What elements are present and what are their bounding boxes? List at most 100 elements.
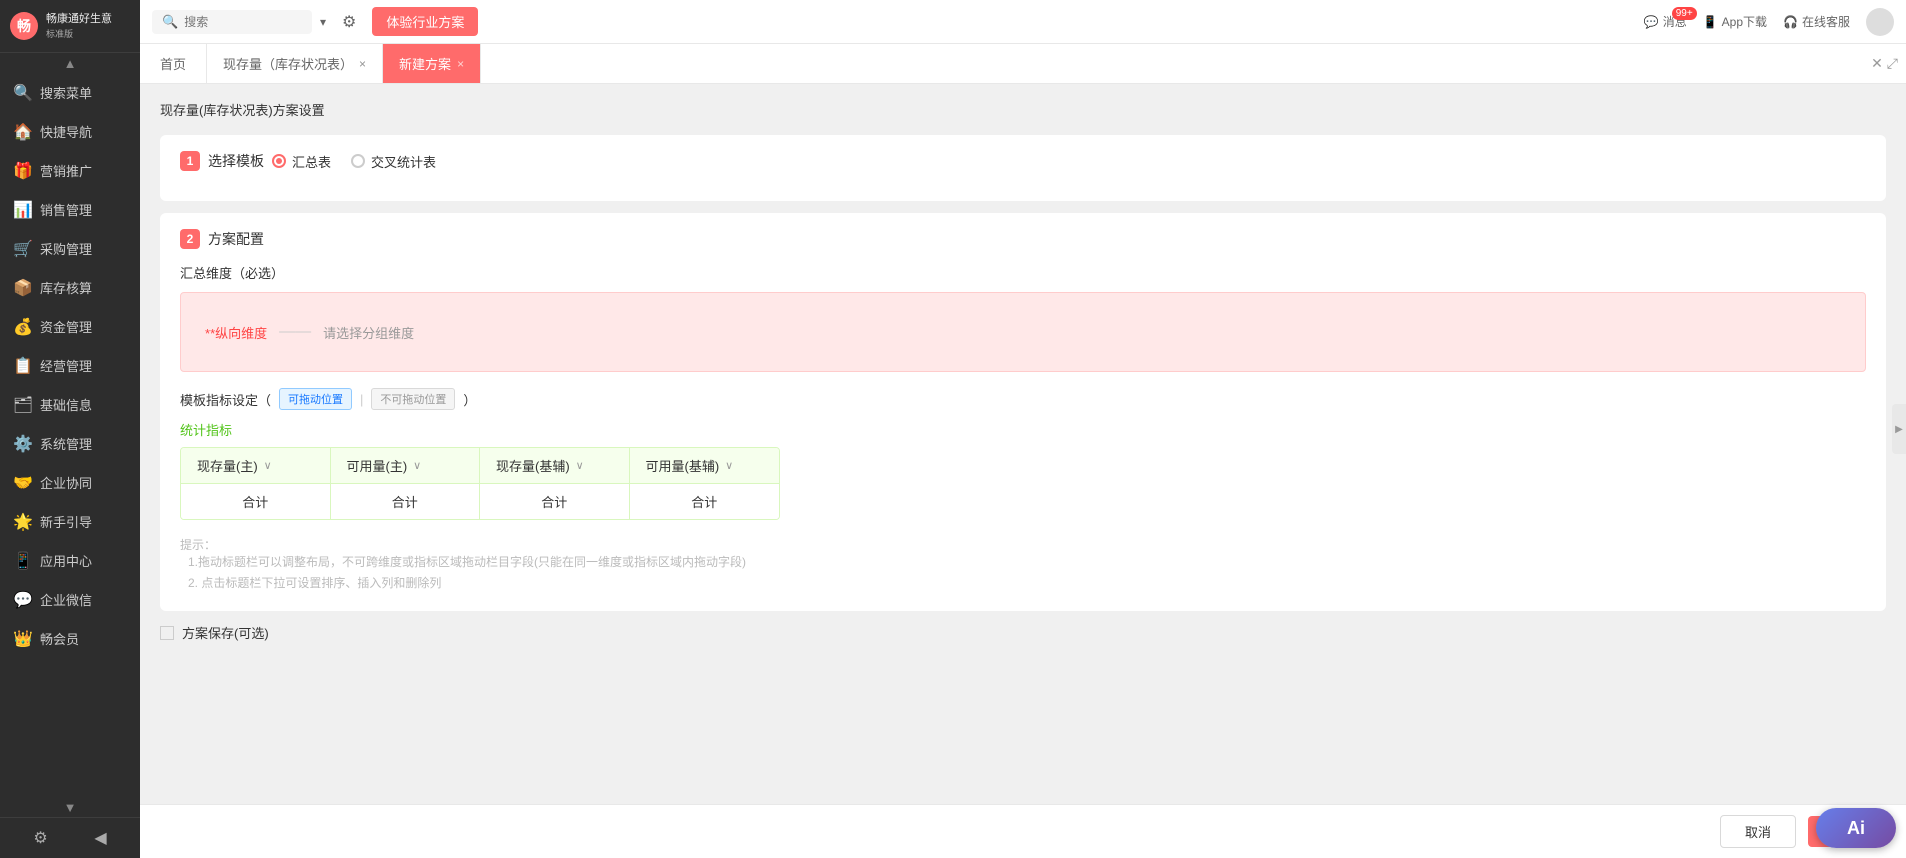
main-area: 🔍 ▾ ⚙ 体验行业方案 💬 消息 99+ 📱 App下载 🎧 在线客服 xyxy=(140,0,1906,858)
window-expand-icon[interactable]: ⤢ xyxy=(1887,55,1898,72)
sidebar-item-quick-nav[interactable]: 🏠 快捷导航 xyxy=(0,112,140,151)
sidebar-item-purchase[interactable]: 🛒 采购管理 xyxy=(0,229,140,268)
page-title: 现存量(库存状况表)方案设置 xyxy=(160,100,1886,119)
online-service-button[interactable]: 🎧 在线客服 xyxy=(1783,13,1850,30)
stats-table: 现存量(主) ∨ 可用量(主) ∨ 现存量(基辅) ∨ xyxy=(180,447,780,520)
cancel-button[interactable]: 取消 xyxy=(1720,815,1796,848)
tab-inventory-status[interactable]: 现存量（库存状况表） × xyxy=(207,44,383,83)
tab-new-plan[interactable]: 新建方案 × xyxy=(383,44,481,83)
sidebar-item-membership[interactable]: 👑 畅会员 xyxy=(0,619,140,658)
radio-summary-circle xyxy=(272,154,286,168)
vertical-dim-label: **纵向维度 xyxy=(205,323,267,342)
stats-col-0[interactable]: 现存量(主) ∨ xyxy=(181,448,331,483)
stats-col-3[interactable]: 可用量(基辅) ∨ xyxy=(630,448,780,483)
radio-cross-label: 交叉统计表 xyxy=(371,152,436,171)
app-center-icon: 📱 xyxy=(14,552,32,570)
tab-home[interactable]: 首页 xyxy=(140,44,207,83)
step1-header: 1 选择模板 汇总表 交叉统计表 xyxy=(180,151,1866,171)
sidebar-item-label: 库存核算 xyxy=(40,278,92,297)
industry-button[interactable]: 体验行业方案 xyxy=(372,7,478,36)
sidebar-item-enterprise[interactable]: 🤝 企业协同 xyxy=(0,463,140,502)
chevron-down-icon: ▾ xyxy=(320,15,326,29)
sidebar-item-wechat[interactable]: 💬 企业微信 xyxy=(0,580,140,619)
dimension-required-label: 汇总维度（必选） xyxy=(180,263,1866,282)
radio-cross[interactable]: 交叉统计表 xyxy=(351,152,436,171)
step2-title: 方案配置 xyxy=(208,229,264,249)
sidebar-item-operations[interactable]: 📋 经营管理 xyxy=(0,346,140,385)
enterprise-icon: 🤝 xyxy=(14,474,32,492)
sidebar-item-system[interactable]: ⚙️ 系统管理 xyxy=(0,424,140,463)
basic-info-icon: 🗂 xyxy=(14,396,32,414)
sidebar-item-label: 新手引导 xyxy=(40,512,92,531)
tab-inventory-close-icon[interactable]: × xyxy=(359,57,366,71)
sidebar-item-finance[interactable]: 💰 资金管理 xyxy=(0,307,140,346)
step2-number: 2 xyxy=(180,229,200,249)
save-checkbox[interactable] xyxy=(160,626,174,640)
indicator-label-text: 模板指标设定（ xyxy=(180,390,271,409)
top-bar: 🔍 ▾ ⚙ 体验行业方案 💬 消息 99+ 📱 App下载 🎧 在线客服 xyxy=(140,0,1906,44)
step2-card: 2 方案配置 汇总维度（必选） **纵向维度 —— 请选择分组维度 模板指标设定… xyxy=(160,213,1886,611)
sidebar-item-search-menu[interactable]: 🔍 搜索菜单 xyxy=(0,73,140,112)
search-icon: 🔍 xyxy=(162,14,178,30)
sales-icon: 📊 xyxy=(14,201,32,219)
ai-badge[interactable]: Ai xyxy=(1816,808,1896,848)
operations-icon: 📋 xyxy=(14,357,32,375)
online-service-label: 在线客服 xyxy=(1802,13,1850,30)
step1-card: 1 选择模板 汇总表 交叉统计表 xyxy=(160,135,1886,201)
sidebar-toggle-icon[interactable]: ◀ xyxy=(94,828,106,848)
sidebar-item-label: 销售管理 xyxy=(40,200,92,219)
step1-title: 选择模板 xyxy=(208,151,264,171)
non-draggable-badge: 不可拖动位置 xyxy=(371,388,455,410)
col-label-1: 可用量(主) xyxy=(347,456,408,475)
dim-separator: —— xyxy=(279,323,311,341)
topbar-settings-icon[interactable]: ⚙ xyxy=(342,12,356,32)
membership-icon: 👑 xyxy=(14,630,32,648)
app-download-button[interactable]: 📱 App下载 xyxy=(1703,13,1767,30)
sidebar-scroll-up[interactable]: ▲ xyxy=(0,53,140,73)
radio-summary[interactable]: 汇总表 xyxy=(272,152,331,171)
sidebar-item-marketing[interactable]: 🎁 营销推广 xyxy=(0,151,140,190)
sidebar-item-basic-info[interactable]: 🗂 基础信息 xyxy=(0,385,140,424)
settings-gear-icon[interactable]: ⚙ xyxy=(33,828,47,848)
dimension-area[interactable]: **纵向维度 —— 请选择分组维度 xyxy=(180,292,1866,372)
stats-col-1[interactable]: 可用量(主) ∨ xyxy=(331,448,481,483)
template-radio-group: 汇总表 交叉统计表 xyxy=(272,152,436,171)
service-icon: 🎧 xyxy=(1783,15,1798,29)
indicator-end: ） xyxy=(463,390,476,409)
search-input[interactable] xyxy=(184,15,284,29)
save-option-label: 方案保存(可选) xyxy=(182,623,269,642)
col-chevron-2: ∨ xyxy=(576,459,584,472)
app-download-label: App下载 xyxy=(1722,13,1767,30)
draggable-badge: 可拖动位置 xyxy=(279,388,352,410)
config-section: 汇总维度（必选） **纵向维度 —— 请选择分组维度 模板指标设定（ 可拖动位置… xyxy=(180,263,1866,591)
window-close-icon[interactable]: ✕ xyxy=(1871,55,1883,72)
right-collapse-handle[interactable]: ▶ xyxy=(1892,404,1906,454)
newbie-icon: 🌟 xyxy=(14,513,32,531)
messages-button[interactable]: 💬 消息 99+ xyxy=(1644,13,1687,30)
tab-home-label: 首页 xyxy=(160,54,186,73)
finance-icon: 💰 xyxy=(14,318,32,336)
page-content: 现存量(库存状况表)方案设置 1 选择模板 汇总表 交叉统计表 xyxy=(140,84,1906,804)
tab-new-plan-close-icon[interactable]: × xyxy=(457,57,464,71)
search-box[interactable]: 🔍 xyxy=(152,10,312,34)
stats-col-2[interactable]: 现存量(基辅) ∨ xyxy=(480,448,630,483)
sidebar-item-inventory[interactable]: 📦 库存核算 xyxy=(0,268,140,307)
sidebar-item-label: 企业协同 xyxy=(40,473,92,492)
logo-text: 畅康通好生意 标准版 xyxy=(46,12,112,39)
quick-nav-icon: 🏠 xyxy=(14,123,32,141)
top-right-actions: 💬 消息 99+ 📱 App下载 🎧 在线客服 xyxy=(1644,8,1894,36)
sidebar-item-label: 企业微信 xyxy=(40,590,92,609)
sidebar-item-sales[interactable]: 📊 销售管理 xyxy=(0,190,140,229)
dropdown-trigger[interactable]: ▾ xyxy=(320,15,326,29)
sidebar-item-newbie[interactable]: 🌟 新手引导 xyxy=(0,502,140,541)
bottom-actions: 取消 查询 xyxy=(140,804,1906,858)
sidebar-item-app-center[interactable]: 📱 应用中心 xyxy=(0,541,140,580)
tab-new-plan-label: 新建方案 xyxy=(399,54,451,73)
messages-badge: 99+ xyxy=(1672,7,1697,20)
inventory-icon: 📦 xyxy=(14,279,32,297)
tab-inventory-label: 现存量（库存状况表） xyxy=(223,54,353,73)
step2-header: 2 方案配置 xyxy=(180,229,1866,249)
sidebar-scroll-down[interactable]: ▼ xyxy=(0,797,140,817)
user-avatar[interactable] xyxy=(1866,8,1894,36)
wechat-icon: 💬 xyxy=(14,591,32,609)
